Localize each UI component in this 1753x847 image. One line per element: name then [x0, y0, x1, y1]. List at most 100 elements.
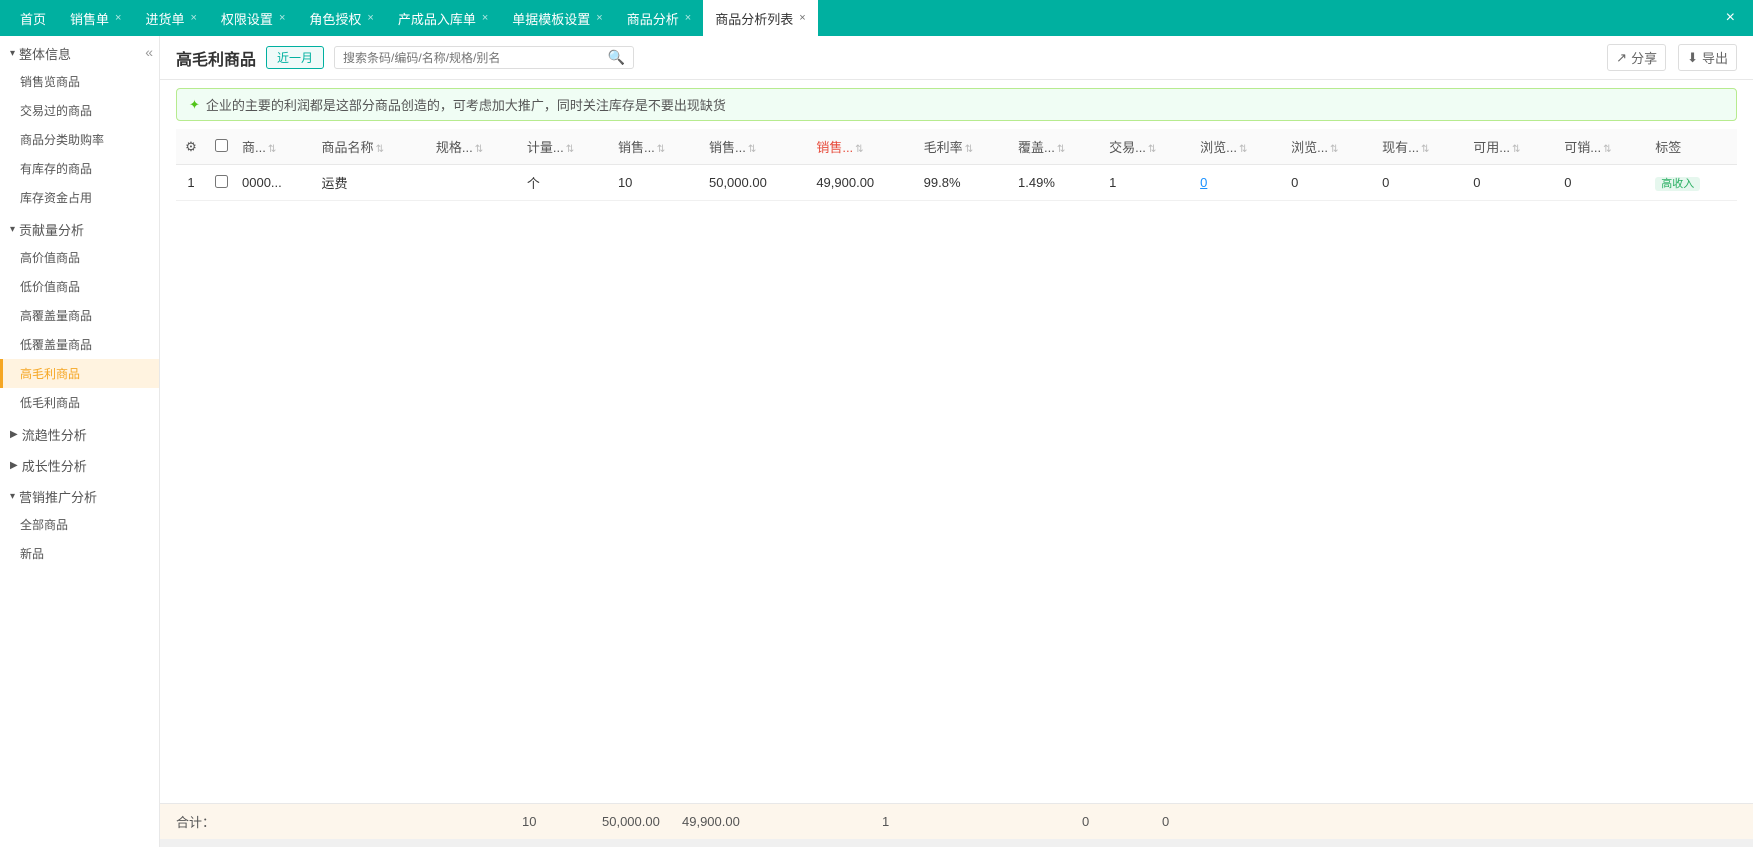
cell-unit: 个	[521, 165, 612, 201]
sidebar-item-low-margin[interactable]: 低毛利商品	[0, 388, 159, 417]
nav-purchase[interactable]: 进货单 ×	[133, 0, 208, 36]
search-input[interactable]	[343, 51, 608, 65]
sidebar-group-overall[interactable]: ▾ 整体信息	[0, 36, 159, 67]
th-saleable[interactable]: 可销...⇅	[1558, 129, 1649, 165]
sidebar-item-stock-capital[interactable]: 库存资金占用	[0, 183, 159, 212]
footer-current: 0	[1076, 814, 1156, 829]
nav-sales[interactable]: 销售单 ×	[58, 0, 133, 36]
nav-role[interactable]: 角色授权 ×	[297, 0, 385, 36]
th-spec[interactable]: 规格...⇅	[430, 129, 521, 165]
cell-browse2: 0	[1285, 165, 1376, 201]
sidebar-item-new-products[interactable]: 新品	[0, 539, 159, 568]
sidebar-item-in-stock[interactable]: 有库存的商品	[0, 154, 159, 183]
footer-sale-amount: 50,000.00	[596, 814, 676, 829]
header-actions: ↗ 分享 ⬇ 导出	[1607, 44, 1737, 71]
nav-template-close[interactable]: ×	[596, 12, 602, 24]
product-table: ⚙ 商...⇅ 商品名称⇅ 规格...⇅ 计量...⇅ 销售...⇅ 销售...…	[176, 129, 1737, 201]
th-unit[interactable]: 计量...⇅	[521, 129, 612, 165]
horizontal-scrollbar[interactable]	[160, 839, 1753, 847]
footer-transaction: 1	[876, 814, 956, 829]
row-checkbox[interactable]	[215, 175, 228, 188]
nav-permission-close[interactable]: ×	[279, 12, 285, 24]
export-button[interactable]: ⬇ 导出	[1678, 44, 1737, 71]
th-checkbox[interactable]	[206, 129, 236, 165]
cell-tag: 高收入	[1649, 165, 1737, 201]
content-area: 高毛利商品 近一月 🔍 ↗ 分享 ⬇ 导出 ✦ 企业的主要的利润都是这部分商品创…	[160, 36, 1753, 847]
nav-product-analysis-list-close[interactable]: ×	[799, 12, 805, 24]
nav-sales-close[interactable]: ×	[115, 12, 121, 24]
nav-product-entry[interactable]: 产成品入库单 ×	[386, 0, 500, 36]
sidebar-item-traded[interactable]: 交易过的商品	[0, 96, 159, 125]
overall-arrow-icon: ▾	[10, 48, 15, 59]
cell-gross-margin: 99.8%	[918, 165, 1012, 201]
footer-sale-qty: 10	[516, 814, 596, 829]
sidebar-item-category-rate[interactable]: 商品分类助购率	[0, 125, 159, 154]
th-sale-qty[interactable]: 销售...⇅	[612, 129, 703, 165]
browse1-link[interactable]: 0	[1200, 175, 1207, 190]
th-browse2[interactable]: 浏览...⇅	[1285, 129, 1376, 165]
table-row: 1 0000... 运费 个 10 50,000.00 49,900.00 99…	[176, 165, 1737, 201]
th-name[interactable]: 商品名称⇅	[316, 129, 430, 165]
cell-sale-qty: 10	[612, 165, 703, 201]
cell-index: 1	[176, 165, 206, 201]
export-icon: ⬇	[1687, 50, 1698, 66]
top-navigation: 首页 销售单 × 进货单 × 权限设置 × 角色授权 × 产成品入库单 × 单据…	[0, 0, 1753, 36]
th-current[interactable]: 现有...⇅	[1376, 129, 1467, 165]
th-sale-amount[interactable]: 销售...⇅	[703, 129, 810, 165]
sidebar-group-growth[interactable]: ▶ 成长性分析	[0, 448, 159, 479]
marketing-arrow-icon: ▾	[10, 491, 15, 502]
nav-role-close[interactable]: ×	[367, 12, 373, 24]
global-close-button[interactable]: ×	[1716, 9, 1745, 27]
nav-product-analysis-list[interactable]: 商品分析列表 ×	[703, 0, 817, 36]
footer-sale-profit: 49,900.00	[676, 814, 756, 829]
cell-spec	[430, 165, 521, 201]
nav-template[interactable]: 单据模板设置 ×	[500, 0, 614, 36]
cell-available: 0	[1467, 165, 1558, 201]
table-wrapper: ⚙ 商...⇅ 商品名称⇅ 规格...⇅ 计量...⇅ 销售...⇅ 销售...…	[160, 129, 1753, 803]
cell-checkbox[interactable]	[206, 165, 236, 201]
trend-arrow-icon: ▶	[10, 429, 18, 440]
sidebar-item-all-products[interactable]: 全部商品	[0, 510, 159, 539]
share-icon: ↗	[1616, 50, 1627, 66]
tag-badge: 高收入	[1655, 177, 1700, 191]
sidebar-item-low-value[interactable]: 低价值商品	[0, 272, 159, 301]
cell-transaction: 1	[1103, 165, 1194, 201]
sidebar-item-high-value[interactable]: 高价值商品	[0, 243, 159, 272]
nav-purchase-close[interactable]: ×	[190, 12, 196, 24]
footer-label: 合计：	[176, 812, 236, 831]
sidebar-item-low-coverage[interactable]: 低覆盖量商品	[0, 330, 159, 359]
sidebar-group-trend[interactable]: ▶ 流趋性分析	[0, 417, 159, 448]
share-button[interactable]: ↗ 分享	[1607, 44, 1666, 71]
sidebar-item-high-coverage[interactable]: 高覆盖量商品	[0, 301, 159, 330]
th-settings[interactable]: ⚙	[176, 129, 206, 165]
table-header-row: ⚙ 商...⇅ 商品名称⇅ 规格...⇅ 计量...⇅ 销售...⇅ 销售...…	[176, 129, 1737, 165]
sidebar-collapse-button[interactable]: «	[145, 44, 153, 60]
select-all-checkbox[interactable]	[215, 139, 228, 152]
cell-browse1[interactable]: 0	[1194, 165, 1285, 201]
growth-arrow-icon: ▶	[10, 460, 18, 471]
th-tag[interactable]: 标签	[1649, 129, 1737, 165]
th-transaction[interactable]: 交易...⇅	[1103, 129, 1194, 165]
filter-recent-month-button[interactable]: 近一月	[266, 46, 324, 69]
nav-permission[interactable]: 权限设置 ×	[209, 0, 297, 36]
nav-product-analysis[interactable]: 商品分析 ×	[615, 0, 703, 36]
nav-home[interactable]: 首页	[8, 0, 58, 36]
th-available[interactable]: 可用...⇅	[1467, 129, 1558, 165]
sidebar-group-marketing[interactable]: ▾ 营销推广分析	[0, 479, 159, 510]
nav-product-entry-close[interactable]: ×	[482, 12, 488, 24]
cell-sale-amount: 50,000.00	[703, 165, 810, 201]
th-browse1[interactable]: 浏览...⇅	[1194, 129, 1285, 165]
sidebar-group-contribution[interactable]: ▾ 贡献量分析	[0, 212, 159, 243]
th-code[interactable]: 商...⇅	[236, 129, 316, 165]
sidebar-item-sales-overview[interactable]: 销售览商品	[0, 67, 159, 96]
sidebar-item-high-margin[interactable]: 高毛利商品	[0, 359, 159, 388]
cell-saleable: 0	[1558, 165, 1649, 201]
info-icon: ✦	[189, 97, 200, 113]
nav-product-analysis-close[interactable]: ×	[685, 12, 691, 24]
th-coverage[interactable]: 覆盖...⇅	[1012, 129, 1103, 165]
content-header: 高毛利商品 近一月 🔍 ↗ 分享 ⬇ 导出	[160, 36, 1753, 80]
sidebar: « ▾ 整体信息 销售览商品 交易过的商品 商品分类助购率 有库存的商品 库存资…	[0, 36, 160, 847]
th-gross-margin[interactable]: 毛利率⇅	[918, 129, 1012, 165]
th-sale-profit[interactable]: 销售...⇅	[810, 129, 917, 165]
search-box[interactable]: 🔍	[334, 46, 634, 69]
